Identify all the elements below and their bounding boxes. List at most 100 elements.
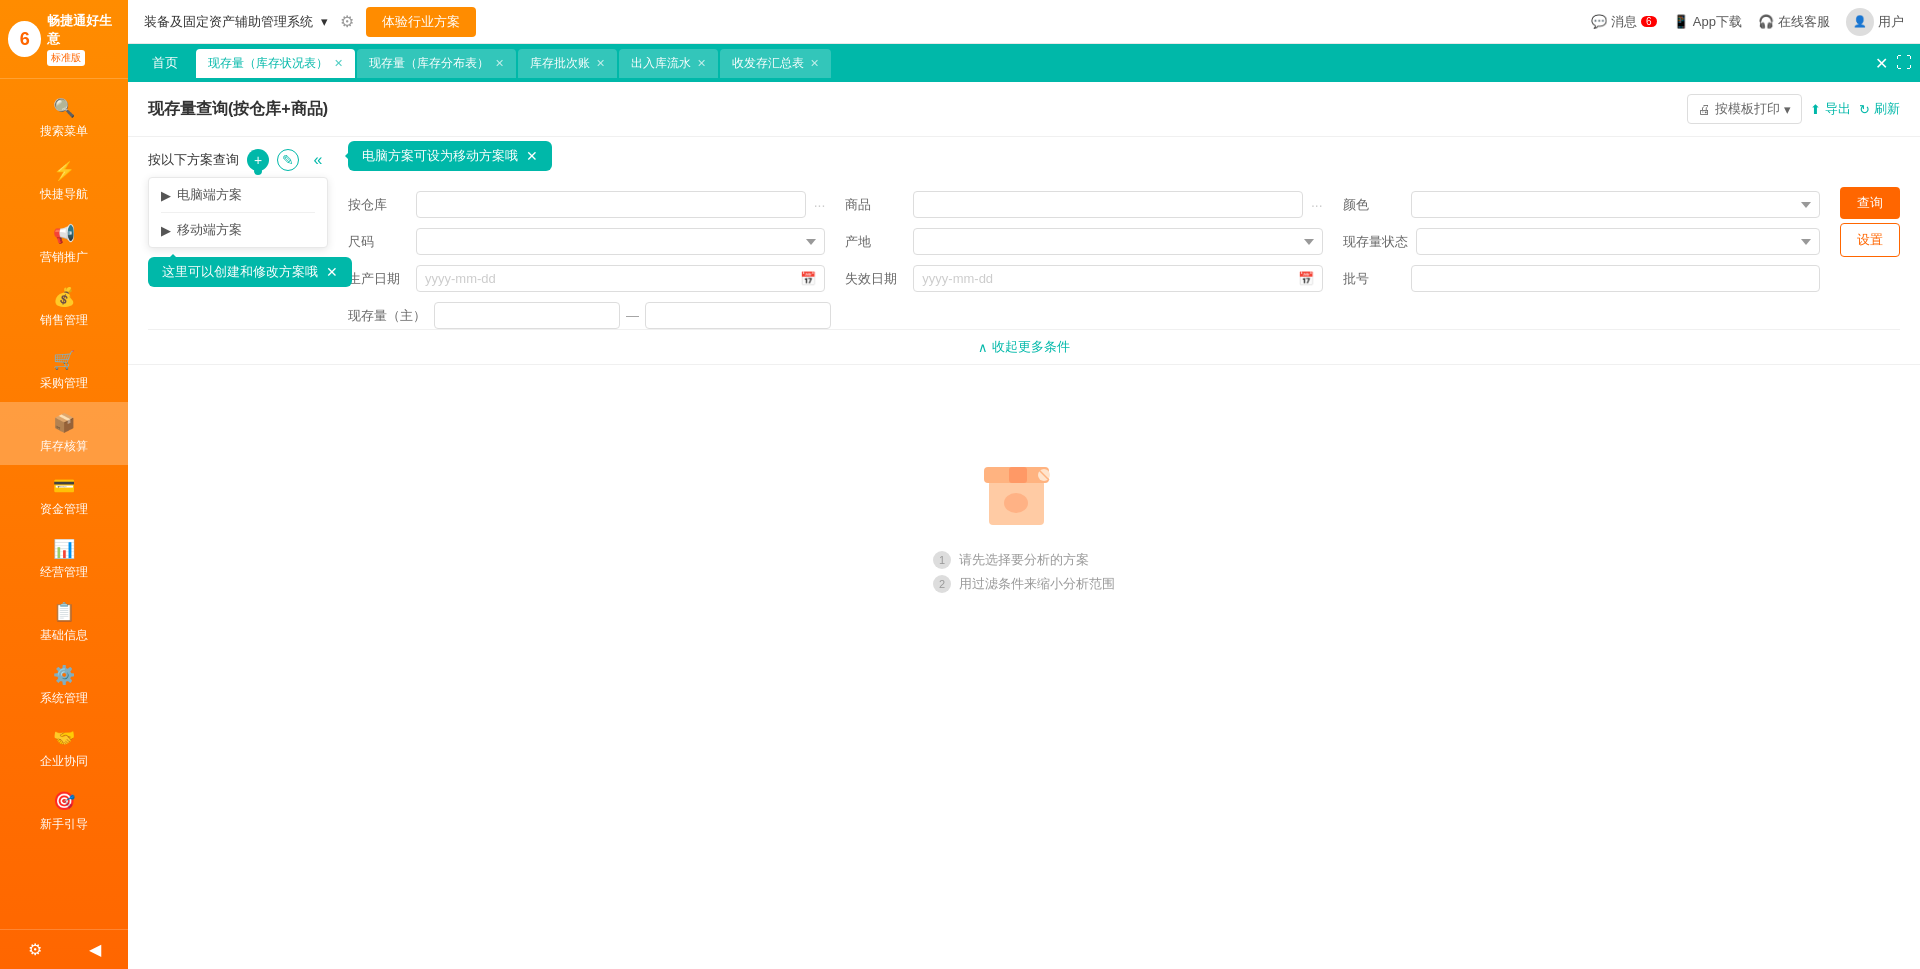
edit-popover: 这里可以创建和修改方案哦 ✕ bbox=[148, 257, 352, 287]
tab-home[interactable]: 首页 bbox=[136, 48, 194, 78]
sidebar-item-search-menu[interactable]: 🔍 搜索菜单 bbox=[0, 87, 128, 150]
sidebar-item-sales[interactable]: 💰 销售管理 bbox=[0, 276, 128, 339]
scheme-popover-close[interactable]: ✕ bbox=[526, 148, 538, 164]
message-item[interactable]: 💬 消息 6 bbox=[1591, 13, 1657, 31]
tab-close-icon[interactable]: ✕ bbox=[495, 57, 504, 70]
tab-label: 收发存汇总表 bbox=[732, 55, 804, 72]
tab-close-icon[interactable]: ✕ bbox=[697, 57, 706, 70]
content-area: 现存量查询(按仓库+商品) 🖨 按模板打印 ▾ ⬆ 导出 ↻ 刷新 bbox=[128, 82, 1920, 969]
stock-qty-from[interactable] bbox=[434, 302, 620, 329]
scheme-item-desktop[interactable]: ▶ 电脑端方案 bbox=[149, 178, 327, 212]
collapse-bar[interactable]: ∧ 收起更多条件 bbox=[148, 329, 1900, 364]
origin-select[interactable] bbox=[913, 228, 1322, 255]
sidebar-item-finance[interactable]: 💳 资金管理 bbox=[0, 465, 128, 528]
stock-qty-label: 现存量（主） bbox=[348, 307, 426, 325]
tab-close-icon[interactable]: ✕ bbox=[810, 57, 819, 70]
export-btn[interactable]: ⬆ 导出 bbox=[1810, 100, 1851, 118]
edit-popover-text: 这里可以创建和修改方案哦 bbox=[162, 263, 318, 281]
online-service-item[interactable]: 🎧 在线客服 bbox=[1758, 13, 1830, 31]
add-scheme-btn[interactable]: + bbox=[247, 149, 269, 171]
scheme-item-mobile[interactable]: ▶ 移动端方案 bbox=[149, 213, 327, 247]
sidebar-item-label: 销售管理 bbox=[40, 312, 88, 329]
reset-btn[interactable]: 设置 bbox=[1840, 223, 1900, 257]
refresh-btn[interactable]: ↻ 刷新 bbox=[1859, 100, 1900, 118]
sidebar-item-inventory[interactable]: 📦 库存核算 bbox=[0, 402, 128, 465]
batch-label: 批号 bbox=[1343, 270, 1403, 288]
settings-gear-icon[interactable]: ⚙ bbox=[340, 12, 354, 31]
batch-input[interactable] bbox=[1411, 265, 1820, 292]
sidebar-item-enterprise[interactable]: 🤝 企业协同 bbox=[0, 717, 128, 780]
stock-qty-to[interactable] bbox=[645, 302, 831, 329]
warehouse-input[interactable] bbox=[416, 191, 806, 218]
filter-row-origin: 产地 bbox=[845, 228, 1322, 255]
sidebar-item-basic[interactable]: 📋 基础信息 bbox=[0, 591, 128, 654]
tab-inventory-dist[interactable]: 现存量（库存分布表） ✕ bbox=[357, 49, 516, 78]
empty-state: 1 请先选择要分析的方案 2 用过滤条件来缩小分析范围 bbox=[128, 365, 1920, 679]
sidebar-item-label: 库存核算 bbox=[40, 438, 88, 455]
print-icon: 🖨 bbox=[1698, 102, 1711, 117]
collapse-sidebar-button[interactable]: ◀ bbox=[89, 940, 101, 959]
chevron-right-icon: ▶ bbox=[161, 188, 171, 203]
back-btn[interactable]: « bbox=[307, 149, 329, 171]
tab-fullscreen-icon[interactable]: ⛶ bbox=[1896, 54, 1912, 73]
expire-date-placeholder: yyyy-mm-dd bbox=[922, 271, 993, 286]
scheme-popover: 电脑方案可设为移动方案哦 ✕ bbox=[348, 141, 552, 171]
scheme-list: ▶ 电脑端方案 ▶ 移动端方案 bbox=[148, 177, 328, 248]
guide-icon: 🎯 bbox=[53, 790, 75, 812]
tab-close-all-icon[interactable]: ✕ bbox=[1875, 54, 1888, 73]
settings-button[interactable]: ⚙ bbox=[28, 940, 42, 959]
export-label: 导出 bbox=[1825, 100, 1851, 118]
edit-popover-close[interactable]: ✕ bbox=[326, 264, 338, 280]
experience-btn[interactable]: 体验行业方案 bbox=[366, 7, 476, 37]
color-select[interactable] bbox=[1411, 191, 1820, 218]
tab-inventory-status[interactable]: 现存量（库存状况表） ✕ bbox=[196, 49, 355, 78]
empty-box-svg bbox=[974, 445, 1074, 535]
goods-input[interactable] bbox=[913, 191, 1303, 218]
inventory-icon: 📦 bbox=[53, 412, 75, 434]
tab-close-icon[interactable]: ✕ bbox=[334, 57, 343, 70]
tab-close-icon[interactable]: ✕ bbox=[596, 57, 605, 70]
prod-date-placeholder: yyyy-mm-dd bbox=[425, 271, 496, 286]
sidebar-item-label: 经营管理 bbox=[40, 564, 88, 581]
tab-in-out-flow[interactable]: 出入库流水 ✕ bbox=[619, 49, 718, 78]
page-header: 现存量查询(按仓库+商品) 🖨 按模板打印 ▾ ⬆ 导出 ↻ 刷新 bbox=[128, 82, 1920, 137]
sidebar-item-label: 系统管理 bbox=[40, 690, 88, 707]
chevron-down-icon: ▾ bbox=[1784, 102, 1791, 117]
expire-date-input[interactable]: yyyy-mm-dd 📅 bbox=[913, 265, 1322, 292]
user-label: 用户 bbox=[1878, 13, 1904, 31]
sidebar-footer: ⚙ ◀ bbox=[0, 929, 128, 969]
tab-label: 出入库流水 bbox=[631, 55, 691, 72]
stock-qty-range: — bbox=[434, 302, 831, 329]
prod-date-input[interactable]: yyyy-mm-dd 📅 bbox=[416, 265, 825, 292]
sidebar-item-label: 资金管理 bbox=[40, 501, 88, 518]
operations-icon: 📊 bbox=[53, 538, 75, 560]
quick-nav-icon: ⚡ bbox=[53, 160, 75, 182]
sidebar-item-system[interactable]: ⚙️ 系统管理 bbox=[0, 654, 128, 717]
tab-collect-send[interactable]: 收发存汇总表 ✕ bbox=[720, 49, 831, 78]
edit-scheme-btn[interactable]: ✎ bbox=[277, 149, 299, 171]
goods-dots-btn[interactable]: ··· bbox=[1311, 197, 1323, 213]
system-selector[interactable]: 装备及固定资产辅助管理系统 ▾ bbox=[144, 13, 328, 31]
app-download-item[interactable]: 📱 App下载 bbox=[1673, 13, 1742, 31]
sidebar-item-purchase[interactable]: 🛒 采购管理 bbox=[0, 339, 128, 402]
sidebar-item-label: 采购管理 bbox=[40, 375, 88, 392]
status-select[interactable] bbox=[1416, 228, 1820, 255]
template-print-label: 按模板打印 bbox=[1715, 100, 1780, 118]
sidebar-item-guide[interactable]: 🎯 新手引导 bbox=[0, 780, 128, 843]
search-btn[interactable]: 查询 bbox=[1840, 187, 1900, 219]
tabbar: 首页 现存量（库存状况表） ✕ 现存量（库存分布表） ✕ 库存批次账 ✕ 出入库… bbox=[128, 44, 1920, 82]
logo-icon: 6 bbox=[8, 21, 41, 57]
topbar: 装备及固定资产辅助管理系统 ▾ ⚙ 体验行业方案 💬 消息 6 📱 App下载 … bbox=[128, 0, 1920, 44]
size-select[interactable] bbox=[416, 228, 825, 255]
tab-batch-ledger[interactable]: 库存批次账 ✕ bbox=[518, 49, 617, 78]
filter-indicator-dot bbox=[254, 167, 262, 175]
hint-number-2: 2 bbox=[933, 575, 951, 593]
warehouse-dots-btn[interactable]: ··· bbox=[814, 197, 826, 213]
sidebar-item-operations[interactable]: 📊 经营管理 bbox=[0, 528, 128, 591]
avatar: 👤 bbox=[1846, 8, 1874, 36]
sidebar-item-marketing[interactable]: 📢 营销推广 bbox=[0, 213, 128, 276]
template-print-btn[interactable]: 🖨 按模板打印 ▾ bbox=[1687, 94, 1802, 124]
sidebar-item-quick-nav[interactable]: ⚡ 快捷导航 bbox=[0, 150, 128, 213]
sidebar: 6 畅捷通好生意 标准版 🔍 搜索菜单 ⚡ 快捷导航 📢 营销推广 💰 销售管理… bbox=[0, 0, 128, 969]
user-item[interactable]: 👤 用户 bbox=[1846, 8, 1904, 36]
